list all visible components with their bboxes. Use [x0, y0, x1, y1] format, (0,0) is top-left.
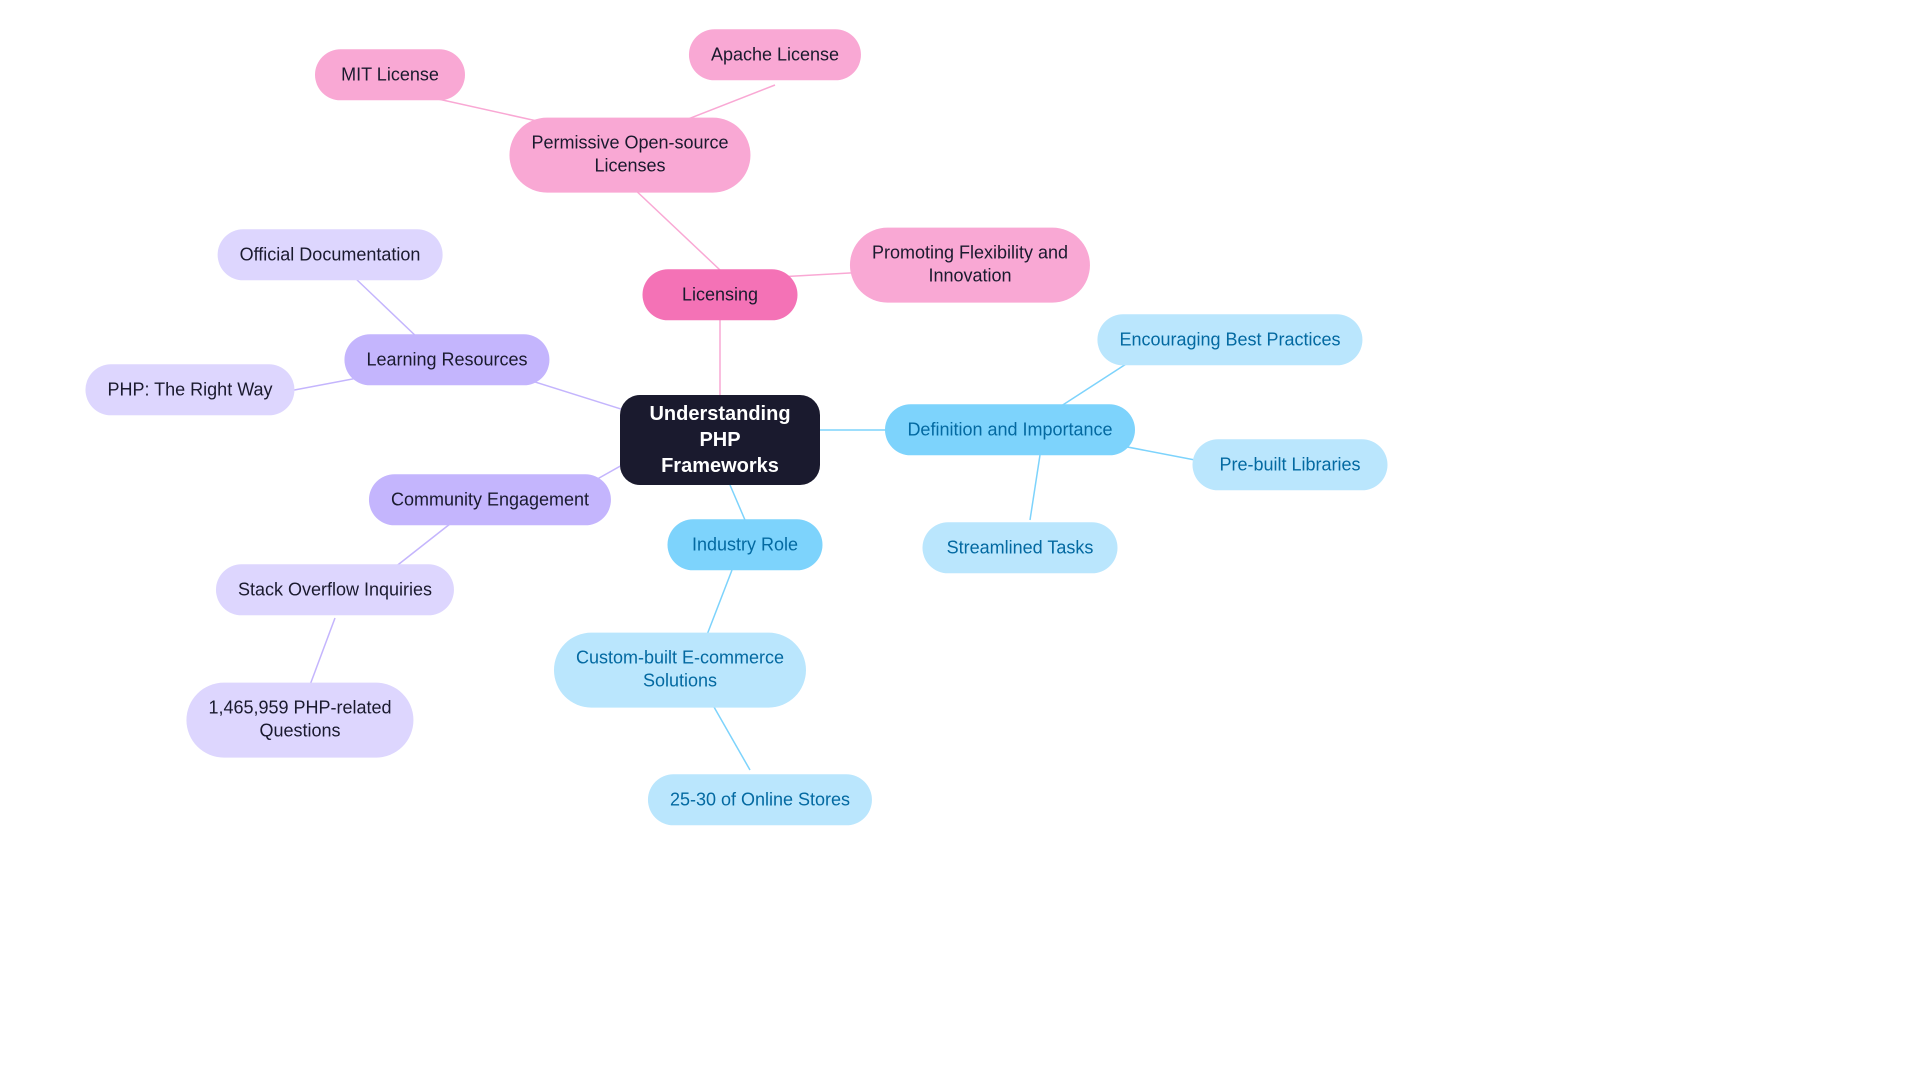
learning-node: Learning Resources [344, 334, 549, 385]
permissive-node: Permissive Open-sourceLicenses [509, 118, 750, 193]
center-node: Understanding PHP Frameworks [620, 395, 820, 485]
streamlined-label: Streamlined Tasks [947, 536, 1094, 559]
permissive-label: Permissive Open-sourceLicenses [531, 132, 728, 179]
industry-label: Industry Role [692, 533, 798, 556]
community-node: Community Engagement [369, 474, 611, 525]
prebuilt-label: Pre-built Libraries [1219, 453, 1360, 476]
prebuilt-node: Pre-built Libraries [1193, 439, 1388, 490]
industry-node: Industry Role [668, 519, 823, 570]
online-stores-node: 25-30 of Online Stores [648, 774, 872, 825]
stackoverflow-node: Stack Overflow Inquiries [216, 564, 454, 615]
stackoverflow-label: Stack Overflow Inquiries [238, 578, 432, 601]
definition-node: Definition and Importance [885, 404, 1135, 455]
apache-label: Apache License [711, 43, 839, 66]
licensing-label: Licensing [682, 283, 758, 306]
best-practices-node: Encouraging Best Practices [1097, 314, 1362, 365]
online-stores-label: 25-30 of Online Stores [670, 788, 850, 811]
promoting-node: Promoting Flexibility andInnovation [850, 228, 1090, 303]
mit-node: MIT License [315, 49, 465, 100]
promoting-label: Promoting Flexibility andInnovation [872, 242, 1068, 289]
php-questions-node: 1,465,959 PHP-relatedQuestions [186, 683, 413, 758]
community-label: Community Engagement [391, 488, 589, 511]
streamlined-node: Streamlined Tasks [923, 522, 1118, 573]
official-docs-node: Official Documentation [218, 229, 443, 280]
php-questions-label: 1,465,959 PHP-relatedQuestions [208, 697, 391, 744]
official-docs-label: Official Documentation [240, 243, 421, 266]
ecommerce-label: Custom-built E-commerceSolutions [576, 647, 784, 694]
ecommerce-node: Custom-built E-commerceSolutions [554, 633, 806, 708]
apache-node: Apache License [689, 29, 861, 80]
learning-label: Learning Resources [366, 348, 527, 371]
center-label: Understanding PHP Frameworks [642, 401, 798, 479]
licensing-node: Licensing [643, 269, 798, 320]
php-right-way-node: PHP: The Right Way [85, 364, 294, 415]
mit-label: MIT License [341, 63, 439, 86]
definition-label: Definition and Importance [907, 418, 1112, 441]
best-practices-label: Encouraging Best Practices [1119, 328, 1340, 351]
php-right-way-label: PHP: The Right Way [107, 378, 272, 401]
